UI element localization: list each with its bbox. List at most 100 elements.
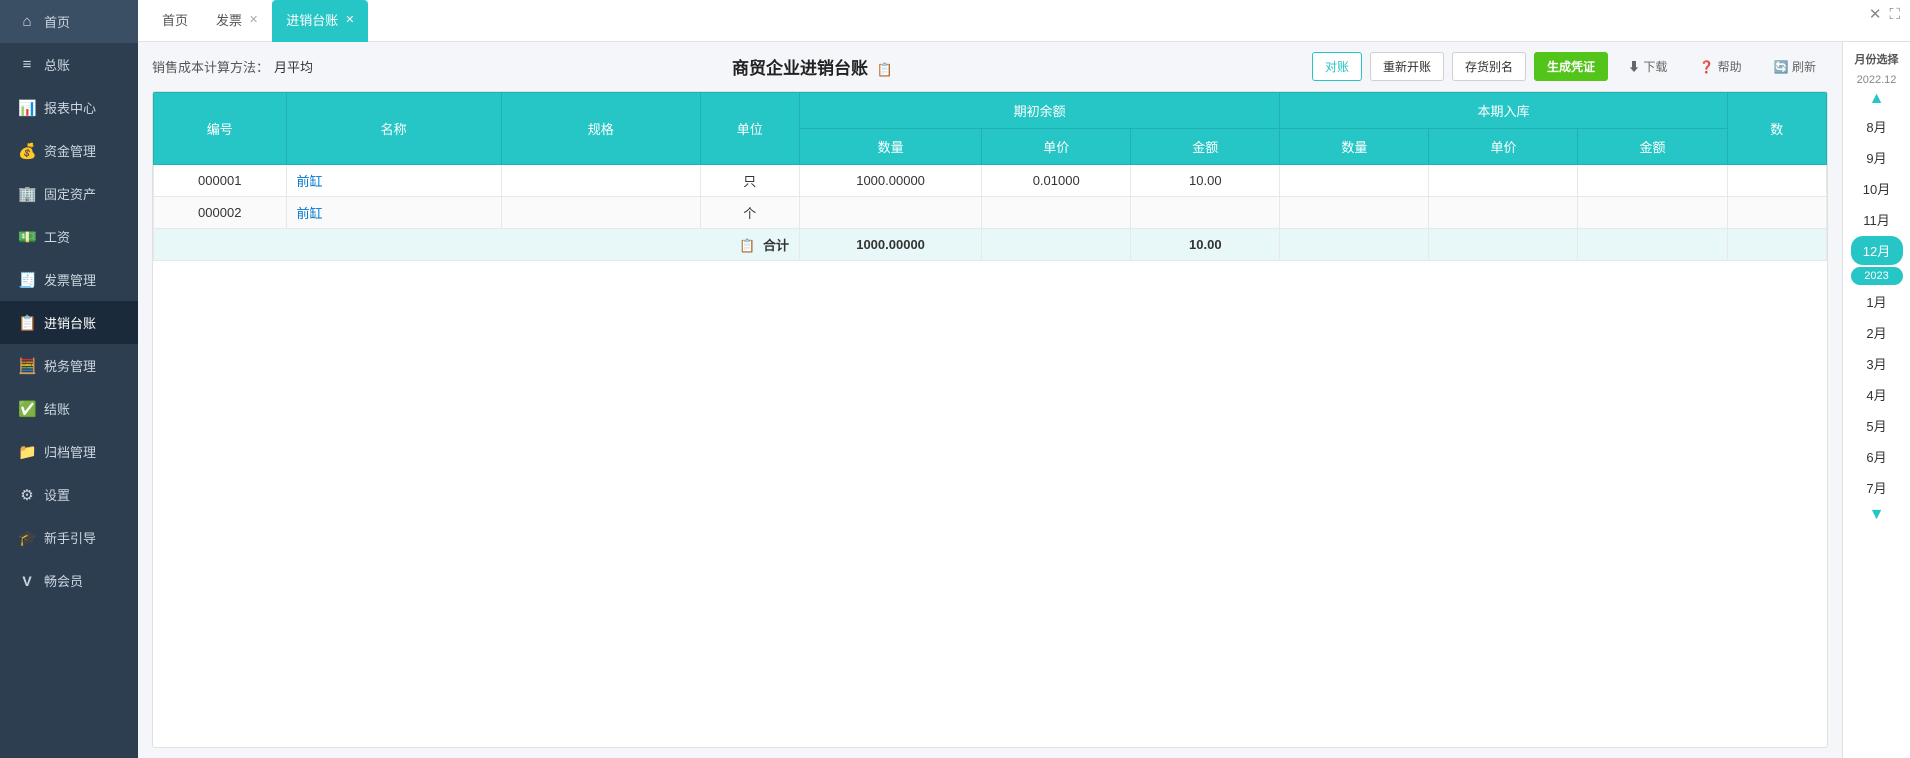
scroll-down-arrow[interactable]: ▼	[1866, 503, 1888, 527]
tab-purchase-ledger[interactable]: 进销台账 ✕	[272, 0, 368, 42]
window-controls: ✕ ⛶	[1869, 5, 1900, 23]
sidebar-item-home[interactable]: ⌂ 首页	[0, 0, 138, 43]
ledger-icon: ≡	[18, 56, 36, 73]
cell-code: 000002	[154, 197, 287, 229]
cell-opening-price	[982, 197, 1131, 229]
col-header-spec: 规格	[501, 93, 700, 165]
home-icon: ⌂	[18, 13, 36, 30]
info-icon[interactable]: 📋	[877, 62, 893, 77]
col-header-current-in-price: 单价	[1429, 129, 1578, 165]
month-11[interactable]: 11月	[1851, 205, 1903, 234]
sidebar-item-label: 设置	[44, 485, 70, 504]
tab-home[interactable]: 首页	[148, 0, 202, 42]
cell-opening-qty	[799, 197, 981, 229]
cell-current-in-price	[1429, 165, 1578, 197]
cell-opening-qty: 1000.00000	[799, 165, 981, 197]
assets-icon: 🏢	[18, 185, 36, 203]
sidebar-item-label: 首页	[44, 12, 70, 31]
cell-current-out-qty	[1727, 197, 1826, 229]
vip-icon: V	[18, 573, 36, 589]
match-button[interactable]: 对账	[1312, 52, 1362, 81]
sidebar-item-tax[interactable]: 🧮 税务管理	[0, 344, 138, 387]
help-button[interactable]: ❓ 帮助	[1687, 53, 1753, 80]
help-icon: ❓	[1699, 60, 1714, 74]
sidebar-item-label: 报表中心	[44, 98, 96, 117]
month-10[interactable]: 10月	[1851, 174, 1903, 203]
sidebar-item-label: 税务管理	[44, 356, 96, 375]
sidebar-item-vip[interactable]: V 畅会员	[0, 559, 138, 602]
month-4[interactable]: 4月	[1851, 380, 1903, 409]
cell-code: 000001	[154, 165, 287, 197]
total-icon: 📋	[739, 238, 755, 253]
sidebar-item-wages[interactable]: 💵 工资	[0, 215, 138, 258]
sidebar-item-label: 进销台账	[44, 313, 96, 332]
sidebar-item-label: 工资	[44, 227, 70, 246]
col-header-opening-price: 单价	[982, 129, 1131, 165]
checkout-icon: ✅	[18, 400, 36, 418]
cell-spec	[501, 197, 700, 229]
tab-purchase-ledger-label: 进销台账	[286, 10, 338, 29]
sidebar-item-archive[interactable]: 📁 归档管理	[0, 430, 138, 473]
generate-voucher-button[interactable]: 生成凭证	[1534, 52, 1608, 81]
col-header-current-in: 本期入库	[1280, 93, 1727, 129]
close-window-button[interactable]: ✕	[1869, 5, 1882, 23]
refresh-button[interactable]: 🔄 刷新	[1762, 53, 1828, 80]
sidebar-item-reports[interactable]: 📊 报表中心	[0, 86, 138, 129]
col-header-name: 名称	[286, 93, 501, 165]
month-12[interactable]: 12月	[1851, 236, 1903, 265]
tab-invoice-label: 发票	[216, 10, 242, 29]
col-header-opening-qty: 数量	[799, 129, 981, 165]
expand-window-button[interactable]: ⛶	[1889, 5, 1900, 23]
tab-invoice-close[interactable]: ✕	[249, 13, 258, 26]
cell-current-in-qty	[1280, 197, 1429, 229]
sidebar-item-label: 总账	[44, 55, 70, 74]
total-current-out-qty	[1727, 229, 1826, 261]
sidebar-item-settings[interactable]: ⚙ 设置	[0, 473, 138, 516]
sidebar-item-invoice-mgmt[interactable]: 🧾 发票管理	[0, 258, 138, 301]
save-alias-button[interactable]: 存货别名	[1452, 52, 1526, 81]
sidebar-item-guide[interactable]: 🎓 新手引导	[0, 516, 138, 559]
month-1[interactable]: 1月	[1851, 287, 1903, 316]
month-2[interactable]: 2月	[1851, 318, 1903, 347]
cell-current-in-amount	[1578, 197, 1727, 229]
download-button[interactable]: ⬇ 下载	[1616, 53, 1679, 80]
cost-method-label: 销售成本计算方法：	[152, 57, 269, 76]
col-header-current-out-qty: 数	[1727, 93, 1826, 165]
sidebar-item-funds[interactable]: 💰 资金管理	[0, 129, 138, 172]
col-header-current-in-qty: 数量	[1280, 129, 1429, 165]
total-label: 📋 合计	[154, 229, 800, 261]
sidebar-item-assets[interactable]: 🏢 固定资产	[0, 172, 138, 215]
sidebar-item-checkout[interactable]: ✅ 结账	[0, 387, 138, 430]
cell-opening-amount: 10.00	[1131, 165, 1280, 197]
month-7[interactable]: 7月	[1851, 473, 1903, 502]
month-panel-title: 月份选择	[1853, 47, 1901, 71]
sidebar: ⌂ 首页 ≡ 总账 📊 报表中心 💰 资金管理 🏢 固定资产 💵 工资 🧾 发票…	[0, 0, 138, 758]
cell-current-in-amount	[1578, 165, 1727, 197]
total-current-in-qty	[1280, 229, 1429, 261]
toolbar-right: 对账 重新开账 存货别名 生成凭证 ⬇ 下载 ❓ 帮助 🔄 刷新	[1312, 52, 1828, 81]
month-9[interactable]: 9月	[1851, 143, 1903, 172]
total-opening-qty: 1000.00000	[799, 229, 981, 261]
sidebar-item-label: 畅会员	[44, 571, 83, 590]
settings-icon: ⚙	[18, 486, 36, 504]
tab-invoice[interactable]: 发票 ✕	[202, 0, 272, 42]
cell-name: 前缸	[286, 197, 501, 229]
sidebar-item-label: 结账	[44, 399, 70, 418]
month-8[interactable]: 8月	[1851, 112, 1903, 141]
reopen-button[interactable]: 重新开账	[1370, 52, 1444, 81]
month-3[interactable]: 3月	[1851, 349, 1903, 378]
scroll-up-arrow[interactable]: ▲	[1866, 87, 1888, 111]
content-area: 销售成本计算方法： 月平均 商贸企业进销台账 📋 对账 重新开账 存货别名 生成…	[138, 42, 1910, 758]
main-table: 编号 名称 规格 单位 期初余额 本期入库 数 数量 单价 金额 数	[153, 92, 1827, 261]
year-2022-label: 2022.12	[1857, 74, 1897, 86]
month-6[interactable]: 6月	[1851, 442, 1903, 471]
month-5[interactable]: 5月	[1851, 411, 1903, 440]
sidebar-item-ledger[interactable]: ≡ 总账	[0, 43, 138, 86]
total-current-in-amount	[1578, 229, 1727, 261]
cost-method-value: 月平均	[274, 57, 313, 76]
table-row: 000002 前缸 个	[154, 197, 1827, 229]
col-header-unit: 单位	[700, 93, 799, 165]
sidebar-item-purchase-ledger[interactable]: 📋 进销台账	[0, 301, 138, 344]
tab-purchase-ledger-close[interactable]: ✕	[345, 13, 354, 26]
wages-icon: 💵	[18, 228, 36, 246]
